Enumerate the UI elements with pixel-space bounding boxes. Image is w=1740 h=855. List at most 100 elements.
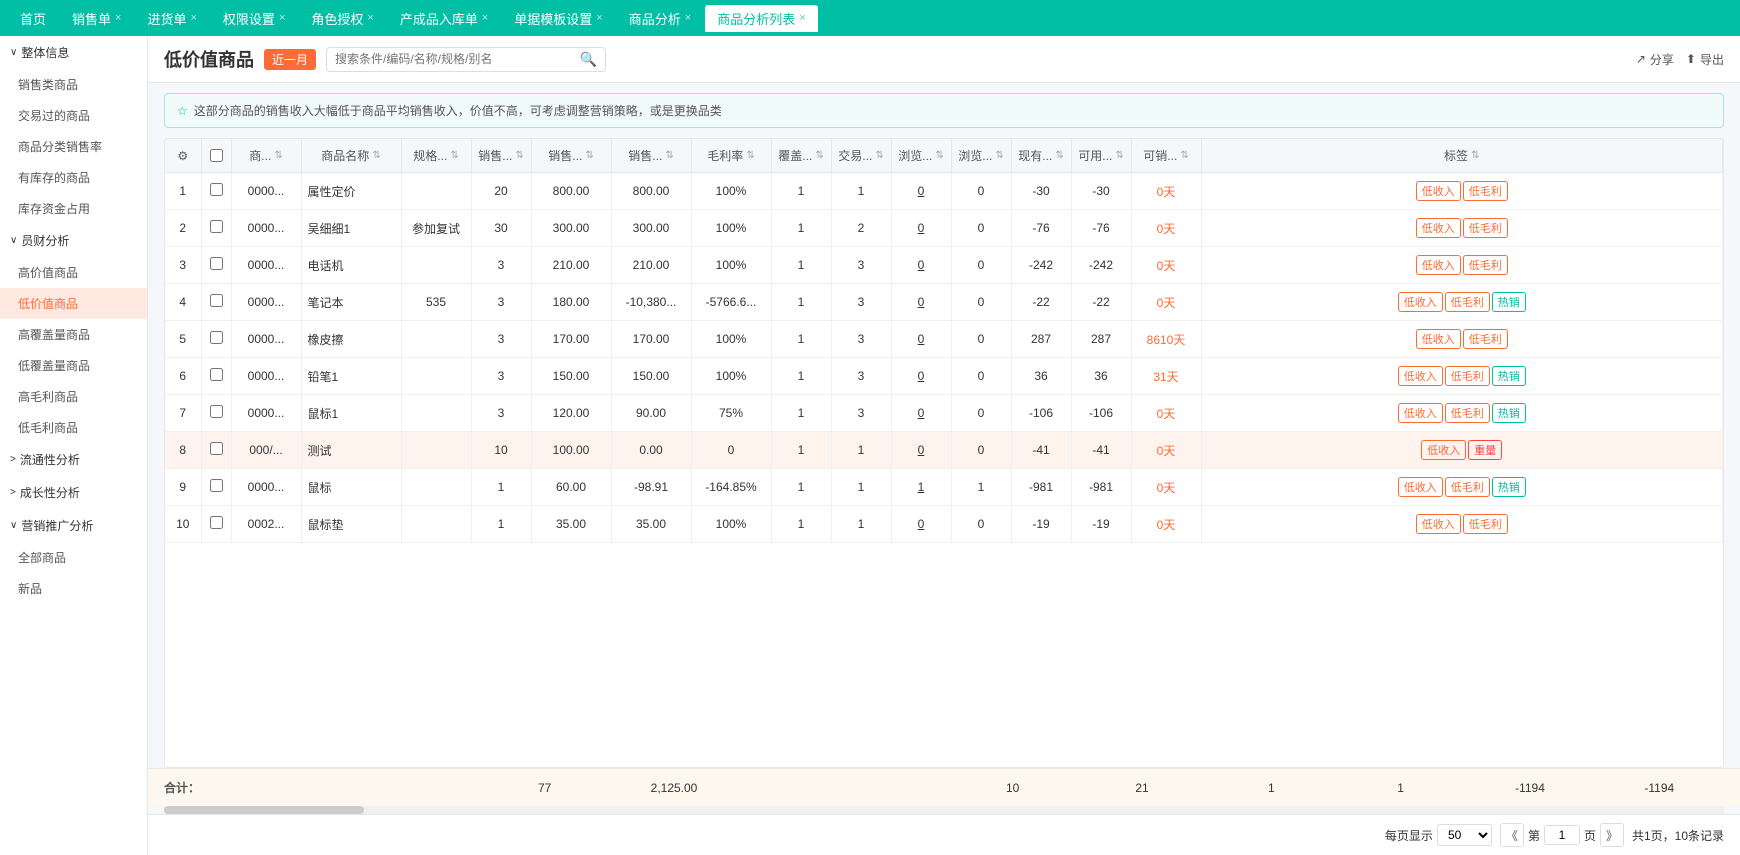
cell-checkbox[interactable] — [201, 210, 231, 247]
close-icon[interactable]: × — [367, 12, 373, 24]
sidebar-item-category-sales[interactable]: 商品分类销售率 — [0, 131, 147, 162]
th-code[interactable]: 商...⇅ — [231, 139, 301, 173]
th-settings[interactable]: ⚙ — [165, 139, 201, 173]
cell-checkbox[interactable] — [201, 469, 231, 506]
th-sellable[interactable]: 可销...⇅ — [1131, 139, 1201, 173]
cell-browse1[interactable]: 0 — [891, 247, 951, 284]
sidebar-item-low-margin[interactable]: 低毛利商品 — [0, 412, 147, 443]
sidebar-group-flow[interactable]: > 流通性分析 — [0, 443, 147, 476]
data-table-container[interactable]: ⚙ 商...⇅ 商品名称⇅ 规格...⇅ — [164, 138, 1724, 768]
sidebar-item-capital[interactable]: 库存资金占用 — [0, 193, 147, 224]
cell-checkbox[interactable] — [201, 358, 231, 395]
th-name[interactable]: 商品名称⇅ — [301, 139, 401, 173]
cell-checkbox[interactable] — [201, 432, 231, 469]
sidebar-item-stock-products[interactable]: 有库存的商品 — [0, 162, 147, 193]
th-tags[interactable]: 标签⇅ — [1201, 139, 1723, 173]
sidebar-group-marketing[interactable]: ∨ 营销推广分析 — [0, 509, 147, 542]
sidebar-item-new-products[interactable]: 新品 — [0, 573, 147, 604]
first-page-btn[interactable]: 《 — [1500, 823, 1524, 847]
nav-analysis-list[interactable]: 商品分析列表 × — [705, 5, 817, 32]
sidebar-item-all-products[interactable]: 全部商品 — [0, 542, 147, 573]
row-checkbox[interactable] — [210, 368, 223, 381]
close-icon[interactable]: × — [482, 12, 488, 24]
browse-link[interactable]: 0 — [918, 406, 925, 420]
close-icon[interactable]: × — [596, 12, 602, 24]
cell-browse1[interactable]: 0 — [891, 321, 951, 358]
close-icon[interactable]: × — [279, 12, 285, 24]
browse-link[interactable]: 0 — [918, 258, 925, 272]
nav-warehouse[interactable]: 产成品入库单 × — [388, 5, 500, 32]
cell-checkbox[interactable] — [201, 321, 231, 358]
sidebar-item-high-value[interactable]: 高价值商品 — [0, 257, 147, 288]
cell-checkbox[interactable] — [201, 395, 231, 432]
close-icon[interactable]: × — [115, 12, 121, 24]
th-sales1[interactable]: 销售...⇅ — [471, 139, 531, 173]
close-icon[interactable]: × — [685, 12, 691, 24]
nav-sales[interactable]: 销售单 × — [60, 5, 133, 32]
time-filter-btn[interactable]: 近一月 — [264, 49, 316, 70]
nav-template[interactable]: 单据模板设置 × — [502, 5, 614, 32]
sidebar-item-low-value[interactable]: 低价值商品 — [0, 288, 147, 319]
cell-browse1[interactable]: 0 — [891, 432, 951, 469]
th-browse2[interactable]: 浏览...⇅ — [951, 139, 1011, 173]
browse-link[interactable]: 0 — [918, 332, 925, 346]
row-checkbox[interactable] — [210, 479, 223, 492]
nav-home[interactable]: 首页 — [8, 5, 58, 32]
close-icon[interactable]: × — [190, 12, 196, 24]
cell-browse1[interactable]: 0 — [891, 284, 951, 321]
th-checkbox[interactable] — [201, 139, 231, 173]
browse-link[interactable]: 0 — [918, 517, 925, 531]
sidebar-item-low-coverage[interactable]: 低覆盖量商品 — [0, 350, 147, 381]
cell-browse1[interactable]: 0 — [891, 210, 951, 247]
page-input[interactable] — [1544, 825, 1580, 845]
browse-link[interactable]: 0 — [918, 184, 925, 198]
browse-link[interactable]: 0 — [918, 369, 925, 383]
nav-roles[interactable]: 角色授权 × — [299, 5, 385, 32]
cell-checkbox[interactable] — [201, 247, 231, 284]
nav-analysis[interactable]: 商品分析 × — [617, 5, 703, 32]
row-checkbox[interactable] — [210, 516, 223, 529]
th-coverage[interactable]: 覆盖...⇅ — [771, 139, 831, 173]
search-input[interactable] — [335, 52, 576, 66]
th-available[interactable]: 可用...⇅ — [1071, 139, 1131, 173]
th-spec[interactable]: 规格...⇅ — [401, 139, 471, 173]
row-checkbox[interactable] — [210, 294, 223, 307]
th-trade[interactable]: 交易...⇅ — [831, 139, 891, 173]
last-page-btn[interactable]: 》 — [1600, 823, 1624, 847]
cell-browse1[interactable]: 0 — [891, 173, 951, 210]
browse-link[interactable]: 1 — [918, 480, 925, 494]
sidebar-item-high-margin[interactable]: 高毛利商品 — [0, 381, 147, 412]
row-checkbox[interactable] — [210, 405, 223, 418]
th-gross-rate[interactable]: 毛利率⇅ — [691, 139, 771, 173]
sidebar-item-sales-products[interactable]: 销售类商品 — [0, 69, 147, 100]
browse-link[interactable]: 0 — [918, 295, 925, 309]
th-sales3[interactable]: 销售...⇅ — [611, 139, 691, 173]
th-browse1[interactable]: 浏览...⇅ — [891, 139, 951, 173]
browse-link[interactable]: 0 — [918, 443, 925, 457]
export-button[interactable]: ⬆ 导出 — [1686, 51, 1724, 68]
sidebar-item-high-coverage[interactable]: 高覆盖量商品 — [0, 319, 147, 350]
th-stock[interactable]: 现有...⇅ — [1011, 139, 1071, 173]
cell-checkbox[interactable] — [201, 284, 231, 321]
row-checkbox[interactable] — [210, 220, 223, 233]
cell-browse1[interactable]: 1 — [891, 469, 951, 506]
cell-checkbox[interactable] — [201, 173, 231, 210]
row-checkbox[interactable] — [210, 442, 223, 455]
horizontal-scrollbar[interactable] — [164, 806, 1724, 814]
cell-checkbox[interactable] — [201, 506, 231, 543]
share-button[interactable]: ↗ 分享 — [1636, 51, 1674, 68]
sidebar-group-growth[interactable]: > 成长性分析 — [0, 476, 147, 509]
browse-link[interactable]: 0 — [918, 221, 925, 235]
cell-browse1[interactable]: 0 — [891, 506, 951, 543]
nav-purchase[interactable]: 进货单 × — [135, 5, 208, 32]
th-sales2[interactable]: 销售...⇅ — [531, 139, 611, 173]
row-checkbox[interactable] — [210, 183, 223, 196]
sidebar-group-overall[interactable]: ∨ 整体信息 — [0, 36, 147, 69]
page-size-select[interactable]: 50 20 100 — [1437, 824, 1492, 846]
close-icon[interactable]: × — [799, 12, 805, 24]
select-all-checkbox[interactable] — [210, 149, 223, 162]
cell-browse1[interactable]: 0 — [891, 358, 951, 395]
scrollbar-thumb[interactable] — [164, 806, 364, 814]
sidebar-group-finance[interactable]: ∨ 员财分析 — [0, 224, 147, 257]
sidebar-item-traded-products[interactable]: 交易过的商品 — [0, 100, 147, 131]
